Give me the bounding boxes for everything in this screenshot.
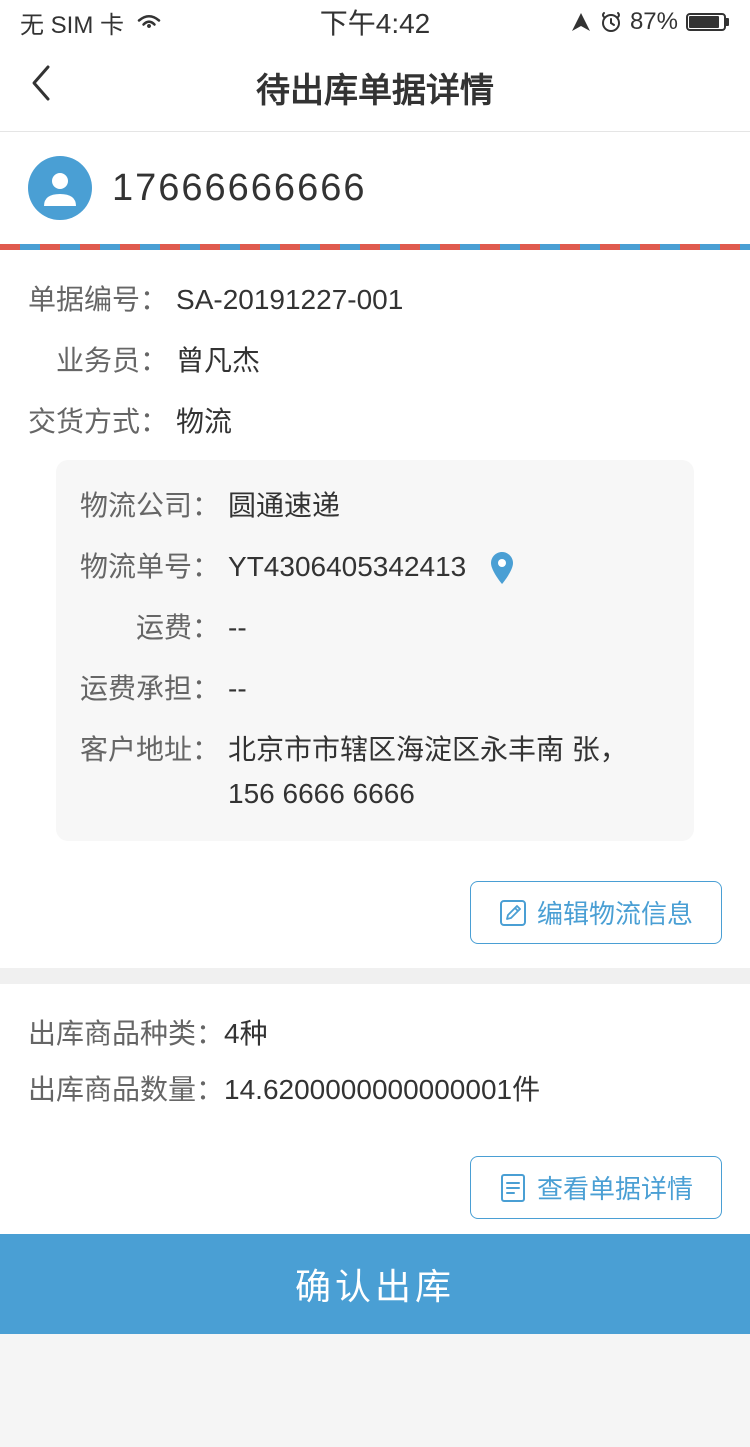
back-button[interactable] — [28, 63, 52, 112]
confirm-button[interactable]: 确认出库 — [0, 1234, 750, 1334]
address-value: 北京市市辖区海淀区永丰南 张，156 6666 6666 — [220, 728, 670, 818]
document-no-row: 单据编号： SA-20191227-001 — [28, 278, 722, 323]
view-details-button[interactable]: 查看单据详情 — [470, 1156, 722, 1219]
battery-label: 87% — [630, 8, 678, 36]
order-info-section: 单据编号： SA-20191227-001 业务员： 曾凡杰 交货方式： 物流 … — [0, 250, 750, 861]
freight-bearer-label: 运费承担： — [80, 667, 220, 712]
freight-bearer-value: -- — [220, 667, 670, 712]
salesperson-label: 业务员： — [28, 339, 168, 384]
goods-types-label: 出库商品种类： — [28, 1012, 224, 1052]
document-icon — [499, 1174, 527, 1202]
edit-btn-row: 编辑物流信息 — [0, 861, 750, 968]
section-separator — [0, 968, 750, 984]
goods-quantity-row: 出库商品数量： 14.6200000000000001件 — [28, 1068, 722, 1108]
freight-bearer-row: 运费承担： -- — [80, 667, 670, 712]
wifi-icon — [134, 11, 164, 33]
location-arrow-icon — [570, 11, 592, 33]
freight-row: 运费： -- — [80, 606, 670, 651]
nav-bar: 待出库单据详情 — [0, 44, 750, 132]
address-row: 客户地址： 北京市市辖区海淀区永丰南 张，156 6666 6666 — [80, 728, 670, 818]
logistics-company-value: 圆通速递 — [220, 484, 670, 529]
status-time: 下午4:42 — [320, 2, 431, 42]
edit-logistics-label: 编辑物流信息 — [537, 894, 693, 931]
delivery-method-value: 物流 — [168, 400, 722, 445]
salesperson-value: 曾凡杰 — [168, 339, 722, 384]
edit-logistics-button[interactable]: 编辑物流信息 — [470, 881, 722, 944]
logistics-company-row: 物流公司： 圆通速递 — [80, 484, 670, 529]
goods-section: 出库商品种类： 4种 出库商品数量： 14.6200000000000001件 — [0, 984, 750, 1144]
status-left: 无 SIM 卡 — [20, 5, 164, 40]
map-pin-icon[interactable] — [482, 548, 522, 588]
edit-icon — [499, 899, 527, 927]
alarm-icon — [600, 11, 622, 33]
document-no-label: 单据编号： — [28, 278, 168, 323]
user-avatar — [28, 156, 92, 220]
document-no-value: SA-20191227-001 — [168, 278, 722, 323]
person-icon — [40, 168, 80, 208]
view-btn-row: 查看单据详情 — [0, 1144, 750, 1247]
tracking-no-label: 物流单号： — [80, 545, 220, 590]
carrier-label: 无 SIM 卡 — [20, 5, 124, 40]
goods-quantity-label: 出库商品数量： — [28, 1068, 224, 1108]
logistics-card: 物流公司： 圆通速递 物流单号： YT4306405342413 运费： -- … — [56, 460, 694, 841]
address-label: 客户地址： — [80, 728, 220, 773]
goods-quantity-value: 14.6200000000000001件 — [224, 1068, 540, 1108]
delivery-method-label: 交货方式： — [28, 400, 168, 445]
tracking-no-row: 物流单号： YT4306405342413 — [80, 545, 670, 590]
goods-types-row: 出库商品种类： 4种 — [28, 1012, 722, 1052]
view-details-label: 查看单据详情 — [537, 1169, 693, 1206]
status-bar: 无 SIM 卡 下午4:42 87% — [0, 0, 750, 44]
delivery-method-row: 交货方式： 物流 — [28, 400, 722, 445]
freight-value: -- — [220, 606, 670, 651]
logistics-company-label: 物流公司： — [80, 484, 220, 529]
tracking-no-value: YT4306405342413 — [220, 545, 670, 590]
page-title: 待出库单据详情 — [256, 63, 494, 112]
battery-icon — [686, 11, 730, 33]
confirm-button-label: 确认出库 — [295, 1258, 455, 1310]
user-section: 17666666666 — [0, 132, 750, 244]
goods-types-value: 4种 — [224, 1012, 268, 1052]
freight-label: 运费： — [80, 606, 220, 651]
user-phone: 17666666666 — [112, 167, 366, 210]
salesperson-row: 业务员： 曾凡杰 — [28, 339, 722, 384]
status-right: 87% — [570, 8, 730, 36]
